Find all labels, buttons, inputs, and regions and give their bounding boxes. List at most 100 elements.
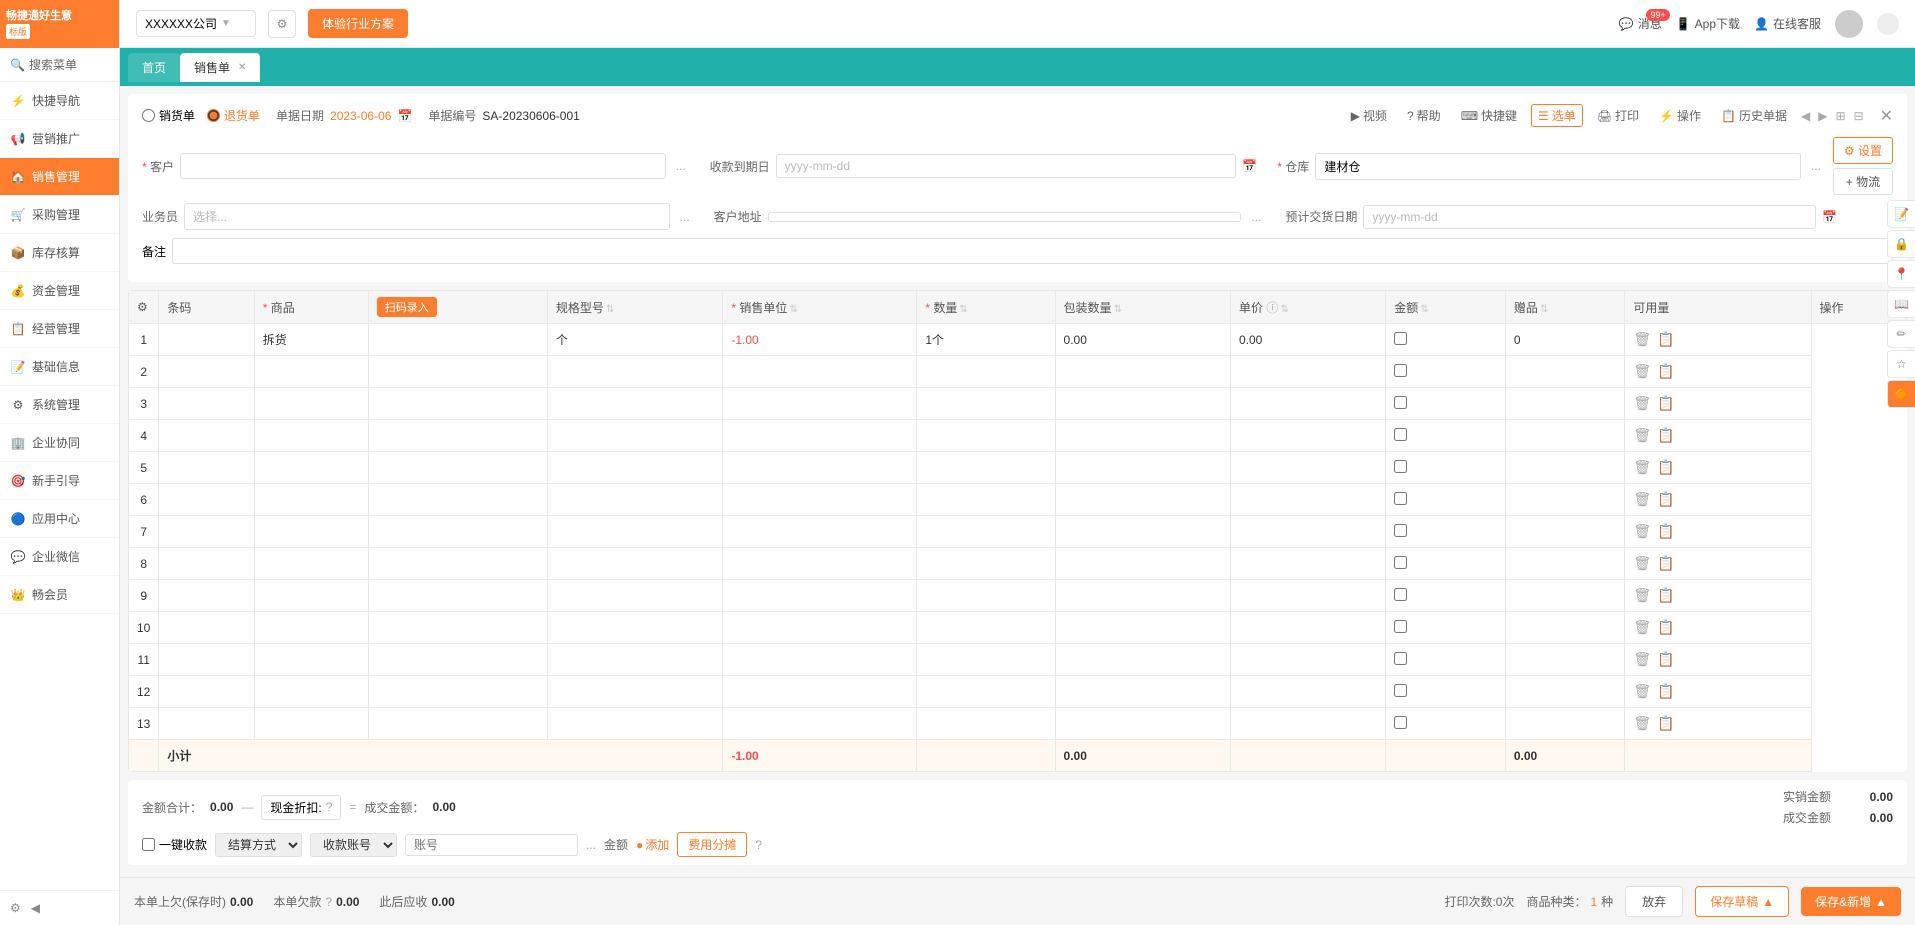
copy-row-icon-12[interactable]: 📋 xyxy=(1657,683,1674,700)
copy-row-icon-2[interactable]: 📋 xyxy=(1657,363,1674,380)
delete-row-icon-13[interactable]: 🗑 xyxy=(1633,715,1651,732)
prev-icon[interactable]: ◀ xyxy=(1801,109,1810,123)
gift-checkbox-9[interactable] xyxy=(1394,588,1407,601)
online-service-button[interactable]: 👤 在线客服 xyxy=(1754,15,1821,32)
cell-amount-1[interactable]: 0.00 xyxy=(1230,324,1385,356)
copy-row-icon-8[interactable]: 📋 xyxy=(1657,555,1674,572)
float-btn-2[interactable]: 🔒 xyxy=(1887,230,1915,258)
notes-input[interactable] xyxy=(172,238,1893,264)
gift-checkbox-11[interactable] xyxy=(1394,652,1407,665)
sidebar-item-member[interactable]: 👑 畅会员 xyxy=(0,576,119,614)
sidebar-collapse-icon[interactable]: ◀ xyxy=(31,901,40,915)
copy-row-icon-5[interactable]: 📋 xyxy=(1657,459,1674,476)
expected-date-calendar-icon[interactable]: 📅 xyxy=(1822,210,1837,224)
float-btn-3[interactable]: 📍 xyxy=(1887,260,1915,288)
delete-row-icon-12[interactable]: 🗑 xyxy=(1633,683,1651,700)
float-btn-6[interactable]: ☆ xyxy=(1887,350,1915,378)
delete-row-icon-4[interactable]: 🗑 xyxy=(1633,427,1651,444)
gift-checkbox-6[interactable] xyxy=(1394,492,1407,505)
operate-btn[interactable]: ⚡ 操作 xyxy=(1653,105,1707,126)
expected-date-input[interactable]: yyyy-mm-dd xyxy=(1363,205,1816,229)
cell-unit-1[interactable]: 个 xyxy=(547,324,722,356)
copy-row-icon-10[interactable]: 📋 xyxy=(1657,619,1674,636)
one-click-checkbox[interactable]: 一键收款 xyxy=(142,836,207,853)
gift-checkbox-8[interactable] xyxy=(1394,556,1407,569)
app-download-button[interactable]: 📱 App下载 xyxy=(1676,15,1740,32)
gift-checkbox-1[interactable] xyxy=(1394,332,1407,345)
gift-checkbox-4[interactable] xyxy=(1394,428,1407,441)
col-gear[interactable]: ⚙ xyxy=(129,291,159,324)
customer-addr-input[interactable] xyxy=(768,212,1242,222)
delete-row-icon-11[interactable]: 🗑 xyxy=(1633,651,1651,668)
due-date-calendar-icon[interactable]: 📅 xyxy=(1242,159,1257,173)
warehouse-ellipsis[interactable]: ... xyxy=(1807,159,1825,173)
gift-checkbox-3[interactable] xyxy=(1394,396,1407,409)
user-avatar[interactable] xyxy=(1835,10,1863,38)
cell-product-1[interactable]: 拆货 xyxy=(254,324,368,356)
gift-checkbox-7[interactable] xyxy=(1394,524,1407,537)
one-click-input[interactable] xyxy=(142,838,155,851)
sidebar-item-appstore[interactable]: 🔵 应用中心 xyxy=(0,500,119,538)
shortcut-btn[interactable]: ⌨ 快捷键 xyxy=(1455,105,1523,126)
delete-row-icon-3[interactable]: 🗑 xyxy=(1633,395,1651,412)
customer-addr-ellipsis[interactable]: ... xyxy=(1247,210,1265,224)
delete-row-icon-7[interactable]: 🗑 xyxy=(1633,523,1651,540)
radio-return-input[interactable] xyxy=(207,109,220,122)
due-date-input[interactable]: yyyy-mm-dd xyxy=(776,154,1237,178)
discard-button[interactable]: 放弃 xyxy=(1625,886,1683,917)
copy-row-icon-6[interactable]: 📋 xyxy=(1657,491,1674,508)
warehouse-input[interactable]: 建材仓 xyxy=(1315,153,1801,180)
table-view-icon[interactable]: ⊞ xyxy=(1835,109,1845,123)
float-btn-1[interactable]: 📝 xyxy=(1887,200,1915,228)
settlement-method-select[interactable]: 结算方式 xyxy=(215,833,302,857)
settings-button[interactable]: ⚙ xyxy=(268,10,296,38)
history-btn[interactable]: 📋 历史单据 xyxy=(1715,105,1793,126)
save-draft-button[interactable]: 保存草稿 ▲ xyxy=(1695,886,1789,917)
cell-qty-1[interactable]: -1.00 xyxy=(723,324,917,356)
video-btn[interactable]: ▶ 视频 xyxy=(1345,105,1393,126)
copy-row-icon-7[interactable]: 📋 xyxy=(1657,523,1674,540)
close-form-btn[interactable]: ✕ xyxy=(1880,106,1893,126)
delete-row-icon-8[interactable]: 🗑 xyxy=(1633,555,1651,572)
next-icon[interactable]: ▶ xyxy=(1818,109,1827,123)
select-btn[interactable]: ☰ 选单 xyxy=(1531,104,1583,127)
help-btn[interactable]: ? 帮助 xyxy=(1401,105,1447,126)
tab-home[interactable]: 首页 xyxy=(128,53,180,82)
messages-button[interactable]: 💬 消息 99+ xyxy=(1619,15,1662,32)
sidebar-item-wechat[interactable]: 💬 企业微信 xyxy=(0,538,119,576)
sidebar-item-sales[interactable]: 🏠 销售管理 xyxy=(0,158,119,196)
salesperson-input[interactable]: 选择... xyxy=(184,203,670,230)
total-owe-help-icon[interactable]: ? xyxy=(325,895,332,909)
delete-row-icon-9[interactable]: 🗑 xyxy=(1633,587,1651,604)
copy-row-icon-4[interactable]: 📋 xyxy=(1657,427,1674,444)
gift-checkbox-2[interactable] xyxy=(1394,364,1407,377)
price-info-icon[interactable]: ⓘ xyxy=(1266,301,1278,315)
sidebar-item-marketing[interactable]: 📢 营销推广 xyxy=(0,120,119,158)
float-btn-5[interactable]: ✏ xyxy=(1887,320,1915,348)
customer-input[interactable] xyxy=(180,153,666,179)
sidebar-gear-icon[interactable]: ⚙ xyxy=(10,901,21,915)
gift-checkbox-12[interactable] xyxy=(1394,684,1407,697)
cell-spec-1[interactable] xyxy=(368,324,547,356)
sidebar-item-quick-nav[interactable]: ⚡ 快捷导航 xyxy=(0,82,119,120)
sidebar-item-operation[interactable]: 📋 经营管理 xyxy=(0,310,119,348)
customer-ellipsis[interactable]: ... xyxy=(672,159,690,173)
delete-row-icon-5[interactable]: 🗑 xyxy=(1633,459,1651,476)
copy-row-icon-3[interactable]: 📋 xyxy=(1657,395,1674,412)
copy-row-icon-9[interactable]: 📋 xyxy=(1657,587,1674,604)
add-btn[interactable]: ● 添加 xyxy=(636,836,669,853)
field-ellipsis-footer[interactable]: ... xyxy=(586,838,596,852)
grid-view-icon[interactable]: ⊟ xyxy=(1854,109,1864,123)
col-scan[interactable]: 扫码录入 xyxy=(368,291,547,324)
delete-row-icon-10[interactable]: 🗑 xyxy=(1633,619,1651,636)
radio-sales[interactable]: 销货单 xyxy=(142,107,195,124)
fee-btn[interactable]: 费用分摊 xyxy=(677,832,747,857)
sidebar-item-inventory[interactable]: 📦 库存核算 xyxy=(0,234,119,272)
date-calendar-icon[interactable]: 📅 xyxy=(397,109,412,123)
account-input[interactable] xyxy=(405,834,578,856)
sidebar-item-system[interactable]: ⚙ 系统管理 xyxy=(0,386,119,424)
sidebar-item-guide[interactable]: 🎯 新手引导 xyxy=(0,462,119,500)
cell-pkg-qty-1[interactable]: 1个 xyxy=(917,324,1055,356)
cell-barcode-1[interactable] xyxy=(159,324,254,356)
sidebar-item-enterprise[interactable]: 🏢 企业协同 xyxy=(0,424,119,462)
